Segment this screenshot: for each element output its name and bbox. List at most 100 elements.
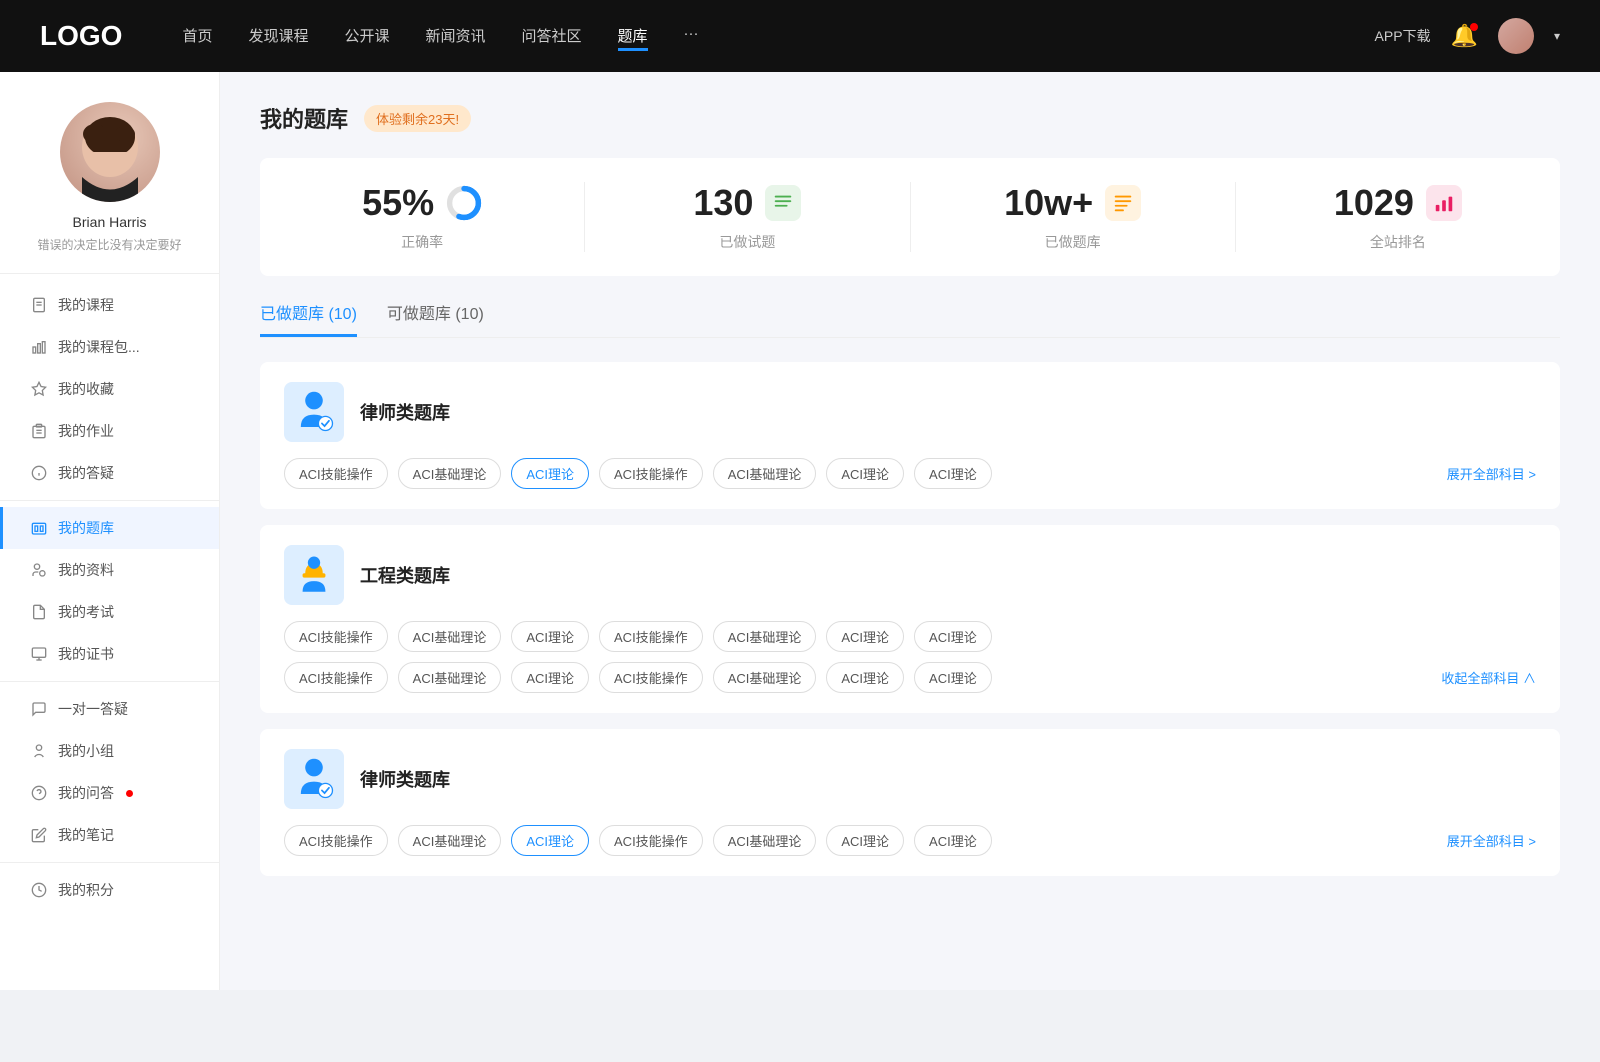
sidebar-item-points[interactable]: 我的积分: [0, 869, 219, 911]
stat-questions-label: 已做试题: [719, 232, 775, 252]
clipboard-icon: [30, 422, 48, 440]
sidebar-item-my-qa[interactable]: 我的问答: [0, 772, 219, 814]
tag-lawyer2-4[interactable]: ACI基础理论: [713, 825, 817, 856]
tag-eng-8[interactable]: ACI基础理论: [398, 662, 502, 693]
stat-accuracy: 55% 正确率: [260, 182, 585, 252]
list-icon: [772, 192, 794, 214]
sidebar-label-question-bank: 我的题库: [58, 518, 114, 538]
app-download-link[interactable]: APP下载: [1375, 26, 1431, 46]
tag-lawyer2-5[interactable]: ACI理论: [826, 825, 904, 856]
bank-header-engineer: 工程类题库: [284, 545, 1536, 605]
stat-banks-top: 10w+: [1004, 182, 1141, 224]
bank-header-lawyer-2: 律师类题库: [284, 749, 1536, 809]
nav-home[interactable]: 首页: [182, 21, 212, 51]
tag-lawyer1-4[interactable]: ACI基础理论: [713, 458, 817, 489]
bank-name-lawyer-1: 律师类题库: [360, 399, 450, 425]
nav-news[interactable]: 新闻资讯: [426, 21, 486, 51]
sidebar-menu: 我的课程 我的课程包... 我的收藏 我的作业: [0, 284, 219, 911]
notification-bell[interactable]: 🔔: [1451, 23, 1478, 49]
tag-eng-12[interactable]: ACI理论: [826, 662, 904, 693]
sidebar-item-exam[interactable]: 我的考试: [0, 591, 219, 633]
users-icon: [30, 561, 48, 579]
stat-accuracy-top: 55%: [362, 182, 482, 224]
nav-question-bank[interactable]: 题库: [618, 21, 648, 51]
tag-lawyer1-5[interactable]: ACI理论: [826, 458, 904, 489]
tag-lawyer1-2[interactable]: ACI理论: [511, 458, 589, 489]
expand-link-lawyer-2[interactable]: 展开全部科目 >: [1447, 831, 1536, 850]
stat-accuracy-label: 正确率: [401, 232, 443, 252]
tag-eng-6[interactable]: ACI理论: [914, 621, 992, 652]
tag-eng-7[interactable]: ACI技能操作: [284, 662, 388, 693]
bank-section-lawyer-2: 律师类题库 ACI技能操作 ACI基础理论 ACI理论 ACI技能操作 ACI基…: [260, 729, 1560, 876]
sidebar-item-my-course[interactable]: 我的课程: [0, 284, 219, 326]
tag-eng-1[interactable]: ACI基础理论: [398, 621, 502, 652]
lawyer-person-icon: [292, 390, 336, 434]
tag-lawyer2-1[interactable]: ACI基础理论: [398, 825, 502, 856]
collapse-link-engineer[interactable]: 收起全部科目 ∧: [1441, 668, 1536, 687]
chevron-down-icon[interactable]: ▾: [1554, 29, 1560, 43]
avatar[interactable]: [1498, 18, 1534, 54]
tag-lawyer1-6[interactable]: ACI理论: [914, 458, 992, 489]
expand-link-lawyer-1[interactable]: 展开全部科目 >: [1447, 464, 1536, 483]
tag-eng-4[interactable]: ACI基础理论: [713, 621, 817, 652]
sidebar-item-homework[interactable]: 我的作业: [0, 410, 219, 452]
sidebar-item-favorites[interactable]: 我的收藏: [0, 368, 219, 410]
tag-eng-9[interactable]: ACI理论: [511, 662, 589, 693]
sidebar-divider-2: [0, 681, 219, 682]
sidebar-label-materials: 我的资料: [58, 560, 114, 580]
nav-discover[interactable]: 发现课程: [248, 21, 308, 51]
page-title: 我的题库: [260, 102, 348, 134]
group-icon: [30, 742, 48, 760]
sidebar-item-question-bank[interactable]: 我的题库: [0, 507, 219, 549]
ranking-icon: [1426, 185, 1462, 221]
tag-eng-2[interactable]: ACI理论: [511, 621, 589, 652]
sidebar-item-certificate[interactable]: 我的证书: [0, 633, 219, 675]
bank-icon: [30, 519, 48, 537]
tag-lawyer2-6[interactable]: ACI理论: [914, 825, 992, 856]
sidebar-label-points: 我的积分: [58, 880, 114, 900]
tag-lawyer2-2[interactable]: ACI理论: [511, 825, 589, 856]
nav-links: 首页 发现课程 公开课 新闻资讯 问答社区 题库 ···: [182, 21, 1374, 51]
sidebar-item-course-package[interactable]: 我的课程包...: [0, 326, 219, 368]
sidebar-item-one-on-one[interactable]: 一对一答疑: [0, 688, 219, 730]
sidebar-item-notes[interactable]: 我的笔记: [0, 814, 219, 856]
main-layout: Brian Harris 错误的决定比没有决定要好 我的课程 我的课程包...: [0, 72, 1600, 990]
tag-eng-10[interactable]: ACI技能操作: [599, 662, 703, 693]
profile-avatar: [60, 102, 160, 202]
sidebar-item-qa[interactable]: 我的答疑: [0, 452, 219, 494]
top-navigation: LOGO 首页 发现课程 公开课 新闻资讯 问答社区 题库 ··· APP下载 …: [0, 0, 1600, 72]
question-icon: [30, 464, 48, 482]
main-content: 我的题库 体验剩余23天! 55% 正确率: [220, 72, 1600, 990]
bank-icon-engineer: [284, 545, 344, 605]
sidebar-label-group: 我的小组: [58, 741, 114, 761]
tag-lawyer1-3[interactable]: ACI技能操作: [599, 458, 703, 489]
lawyer-person-icon-2: [292, 757, 336, 801]
nav-more[interactable]: ···: [684, 21, 699, 51]
tag-eng-13[interactable]: ACI理论: [914, 662, 992, 693]
tag-lawyer2-0[interactable]: ACI技能操作: [284, 825, 388, 856]
stat-banks-value: 10w+: [1004, 182, 1093, 224]
tag-eng-3[interactable]: ACI技能操作: [599, 621, 703, 652]
sidebar-label-homework: 我的作业: [58, 421, 114, 441]
notes-icon: [30, 826, 48, 844]
tab-done[interactable]: 已做题库 (10): [260, 300, 357, 337]
nav-open-course[interactable]: 公开课: [344, 21, 389, 51]
tag-lawyer1-0[interactable]: ACI技能操作: [284, 458, 388, 489]
nav-qa[interactable]: 问答社区: [522, 21, 582, 51]
tag-eng-0[interactable]: ACI技能操作: [284, 621, 388, 652]
stat-ranking-value: 1029: [1334, 182, 1414, 224]
tag-lawyer2-3[interactable]: ACI技能操作: [599, 825, 703, 856]
tab-available[interactable]: 可做题库 (10): [387, 300, 484, 337]
tag-eng-5[interactable]: ACI理论: [826, 621, 904, 652]
points-icon: [30, 881, 48, 899]
stat-banks-label: 已做题库: [1045, 232, 1101, 252]
sidebar-label-notes: 我的笔记: [58, 825, 114, 845]
tag-lawyer1-1[interactable]: ACI基础理论: [398, 458, 502, 489]
bank-list-icon: [1112, 192, 1134, 214]
sidebar-item-materials[interactable]: 我的资料: [0, 549, 219, 591]
sidebar-divider-1: [0, 500, 219, 501]
bank-section-engineer: 工程类题库 ACI技能操作 ACI基础理论 ACI理论 ACI技能操作 ACI基…: [260, 525, 1560, 713]
tag-eng-11[interactable]: ACI基础理论: [713, 662, 817, 693]
star-icon: [30, 380, 48, 398]
sidebar-item-group[interactable]: 我的小组: [0, 730, 219, 772]
